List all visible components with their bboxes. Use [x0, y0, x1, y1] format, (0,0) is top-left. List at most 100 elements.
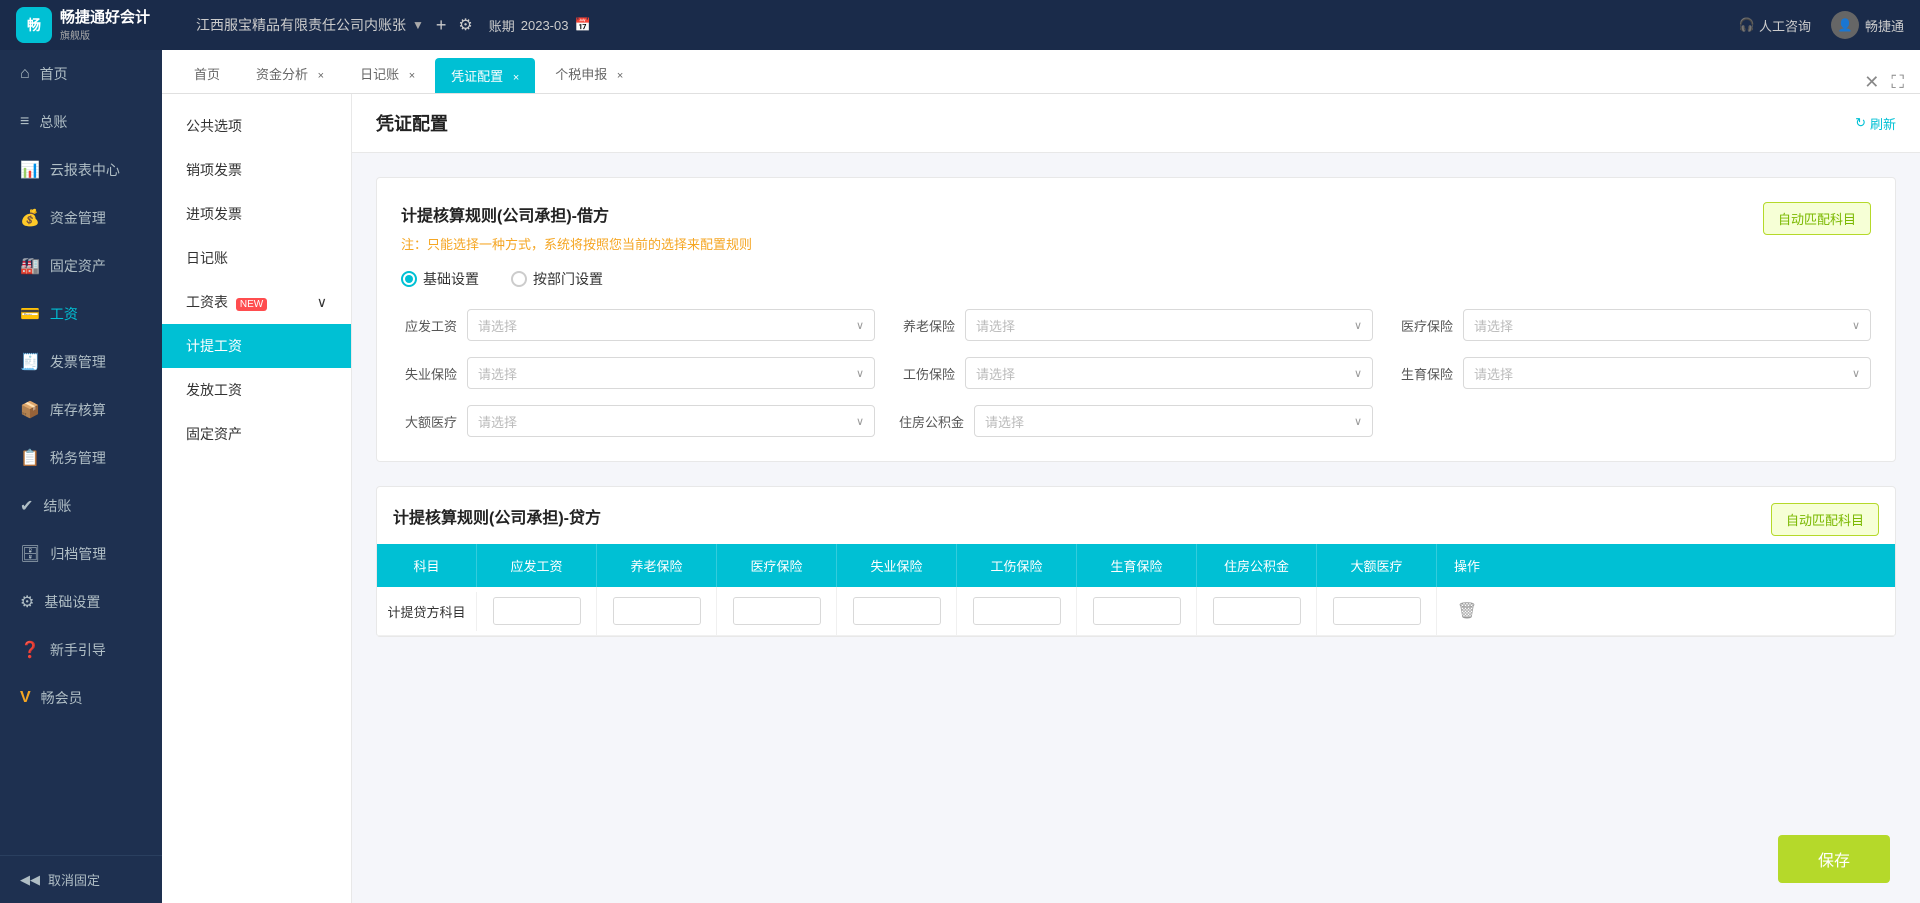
- td-shengyu-input[interactable]: [1077, 587, 1197, 635]
- label-zhufang: 住房公积金: [899, 412, 964, 431]
- label-yingfa-gongzi: 应发工资: [401, 316, 457, 335]
- radio-basic-setting[interactable]: 基础设置: [401, 269, 479, 289]
- td-daejia-input[interactable]: [1317, 587, 1437, 635]
- select-arrow-icon: ∨: [856, 319, 864, 332]
- nav-public[interactable]: 公共选项: [162, 104, 351, 148]
- sidebar-item-home[interactable]: ⌂ 首页: [0, 50, 162, 98]
- input-yanglao[interactable]: [613, 597, 701, 625]
- tab-tax[interactable]: 个税申报 ×: [539, 56, 639, 93]
- label-yiliao: 医疗保险: [1397, 316, 1453, 335]
- add-book-button[interactable]: +: [436, 15, 447, 36]
- select-daejia[interactable]: 请选择 ∨: [467, 405, 875, 437]
- page-title: 凭证配置: [376, 110, 448, 136]
- sidebar-item-settings[interactable]: ⚙ 基础设置: [0, 578, 162, 626]
- refresh-button[interactable]: ↻ 刷新: [1855, 114, 1896, 133]
- sidebar-item-settle[interactable]: ✔ 结账: [0, 482, 162, 530]
- td-yanglao-input[interactable]: [597, 587, 717, 635]
- input-yingfa[interactable]: [493, 597, 581, 625]
- sidebar-item-inventory[interactable]: 📦 库存核算: [0, 386, 162, 434]
- tab-home[interactable]: 首页: [178, 56, 236, 93]
- tab-close-voucher[interactable]: ×: [513, 72, 519, 84]
- company-dropdown-icon[interactable]: ▼: [412, 18, 424, 32]
- ledger-icon: ≡: [20, 113, 29, 131]
- td-yiliao-input[interactable]: [717, 587, 837, 635]
- nav-fixed-assets[interactable]: 固定资产: [162, 412, 351, 456]
- radio-dept-setting[interactable]: 按部门设置: [511, 269, 603, 289]
- th-yanglao: 养老保险: [597, 544, 717, 587]
- label-gongshang: 工伤保险: [899, 364, 955, 383]
- expand-icon[interactable]: ⛶: [1891, 72, 1904, 93]
- nav-salary-table[interactable]: 工资表 NEW ∨: [162, 280, 351, 324]
- consult-button[interactable]: 🎧 人工咨询: [1739, 16, 1811, 35]
- sidebar-item-invoice[interactable]: 🧾 发票管理: [0, 338, 162, 386]
- sidebar-item-reports[interactable]: 📊 云报表中心: [0, 146, 162, 194]
- save-btn-area: 保存: [1778, 835, 1890, 883]
- avatar: 👤: [1831, 11, 1859, 39]
- select-gongshang[interactable]: 请选择 ∨: [965, 357, 1373, 389]
- table-row: 计提贷方科目 🗑: [377, 587, 1895, 636]
- member-icon: V: [20, 689, 31, 707]
- nav-journal[interactable]: 日记账: [162, 236, 351, 280]
- close-all-icon[interactable]: ✕: [1864, 72, 1879, 93]
- select-shengyu[interactable]: 请选择 ∨: [1463, 357, 1871, 389]
- tab-funds-analysis[interactable]: 资金分析 ×: [240, 56, 340, 93]
- td-action[interactable]: 🗑: [1437, 591, 1497, 631]
- save-button[interactable]: 保存: [1778, 835, 1890, 883]
- period-selector[interactable]: 账期 2023-03 📅: [489, 16, 591, 35]
- credit-auto-match-button[interactable]: 自动匹配科目: [1771, 503, 1879, 536]
- td-shiye-input[interactable]: [837, 587, 957, 635]
- logo-icon: 畅: [16, 7, 52, 43]
- input-shengyu[interactable]: [1093, 597, 1181, 625]
- sidebar-item-archive[interactable]: 🗄 归档管理: [0, 530, 162, 578]
- invoice-icon: 🧾: [20, 352, 40, 372]
- td-gongshang-input[interactable]: [957, 587, 1077, 635]
- select-shiye[interactable]: 请选择 ∨: [467, 357, 875, 389]
- field-zhufang-gongjijin: 住房公积金 请选择 ∨: [899, 405, 1373, 437]
- sidebar-item-salary[interactable]: 💳 工资: [0, 290, 162, 338]
- input-zhufang[interactable]: [1213, 597, 1301, 625]
- tab-close-funds[interactable]: ×: [318, 70, 324, 82]
- unpin-button[interactable]: ◀◀ 取消固定: [0, 855, 162, 903]
- tab-close-tax[interactable]: ×: [617, 70, 623, 82]
- sidebar-item-tax[interactable]: 📋 税务管理: [0, 434, 162, 482]
- select-arrow-icon-2: ∨: [1354, 319, 1362, 332]
- main-layout: ⌂ 首页 ≡ 总账 📊 云报表中心 💰 资金管理 🏭 固定资产 💳 工资 🧾 发…: [0, 50, 1920, 903]
- select-yanglao[interactable]: 请选择 ∨: [965, 309, 1373, 341]
- nav-sales-invoice[interactable]: 销项发票: [162, 148, 351, 192]
- sidebar-item-member[interactable]: V 畅会员: [0, 674, 162, 722]
- input-daejia[interactable]: [1333, 597, 1421, 625]
- nav-pay-salary[interactable]: 发放工资: [162, 368, 351, 412]
- delete-icon[interactable]: 🗑: [1457, 601, 1477, 621]
- panel-body: 计提核算规则(公司承担)-借方 注：只能选择一种方式，系统将按照您当前的选择来配…: [352, 153, 1920, 741]
- sidebar-item-assets[interactable]: 🏭 固定资产: [0, 242, 162, 290]
- sidebar-item-ledger[interactable]: ≡ 总账: [0, 98, 162, 146]
- tab-journal[interactable]: 日记账 ×: [344, 56, 431, 93]
- select-zhufang[interactable]: 请选择 ∨: [974, 405, 1373, 437]
- input-yiliao[interactable]: [733, 597, 821, 625]
- sidebar-item-funds[interactable]: 💰 资金管理: [0, 194, 162, 242]
- archive-icon: 🗄: [20, 544, 40, 564]
- left-nav: 公共选项 销项发票 进项发票 日记账 工资表 NEW ∨: [162, 94, 352, 903]
- headset-icon: 🎧: [1739, 17, 1755, 33]
- settings-icon[interactable]: ⚙: [458, 15, 472, 35]
- panel-header: 凭证配置 ↻ 刷新: [352, 94, 1920, 153]
- label-yanglao: 养老保险: [899, 316, 955, 335]
- input-shiye[interactable]: [853, 597, 941, 625]
- company-name[interactable]: 江西服宝精品有限责任公司内账张 ▼: [196, 15, 424, 35]
- refresh-icon: ↻: [1855, 115, 1866, 131]
- page-content: 公共选项 销项发票 进项发票 日记账 工资表 NEW ∨: [162, 94, 1920, 903]
- td-yingfa-input[interactable]: [477, 587, 597, 635]
- input-gongshang[interactable]: [973, 597, 1061, 625]
- sidebar-item-guide[interactable]: ❓ 新手引导: [0, 626, 162, 674]
- select-yiliao[interactable]: 请选择 ∨: [1463, 309, 1871, 341]
- tab-voucher-config[interactable]: 凭证配置 ×: [435, 58, 535, 93]
- user-menu[interactable]: 👤 畅捷通: [1831, 11, 1904, 39]
- nav-purchase-invoice[interactable]: 进项发票: [162, 192, 351, 236]
- field-yingfa-gongzi: 应发工资 请选择 ∨: [401, 309, 875, 341]
- debit-auto-match-button[interactable]: 自动匹配科目: [1763, 202, 1871, 235]
- calendar-icon[interactable]: 📅: [574, 17, 590, 33]
- td-zhufang-input[interactable]: [1197, 587, 1317, 635]
- nav-accrue-salary[interactable]: 计提工资: [162, 324, 351, 368]
- tab-close-journal[interactable]: ×: [409, 70, 415, 82]
- select-yingfa-gongzi[interactable]: 请选择 ∨: [467, 309, 875, 341]
